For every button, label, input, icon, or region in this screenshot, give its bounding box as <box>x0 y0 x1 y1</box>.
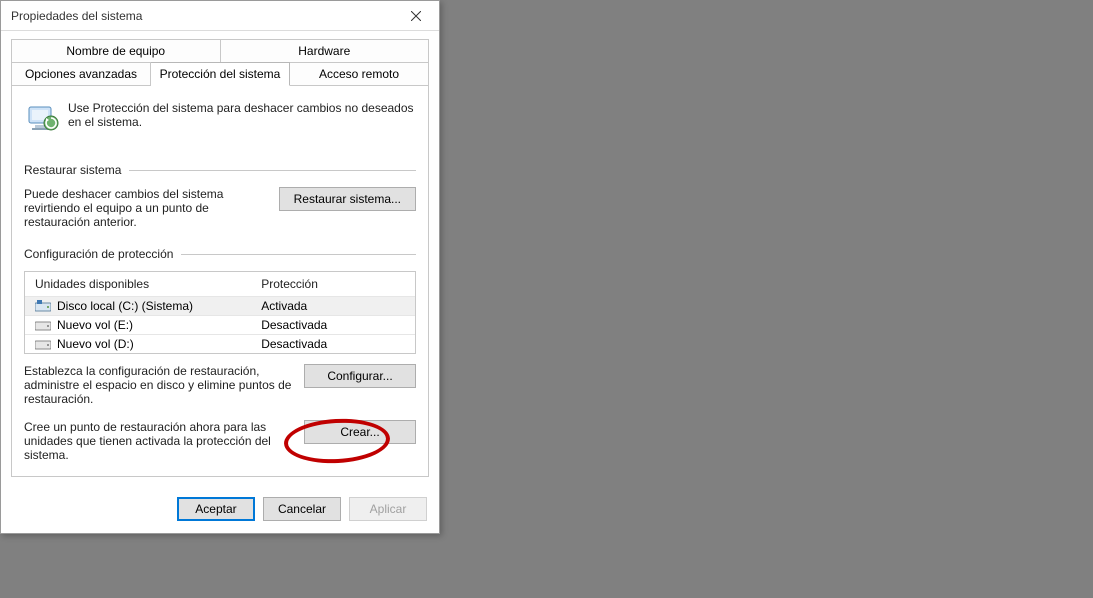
tab-advanced-options[interactable]: Opciones avanzadas <box>11 62 151 86</box>
create-button[interactable]: Crear... <box>304 420 416 444</box>
drive-status: Desactivada <box>251 335 415 353</box>
dialog-buttons: Aceptar Cancelar Aplicar <box>1 489 439 533</box>
system-properties-window: Propiedades del sistema Nombre de equipo… <box>0 0 440 534</box>
tab-computer-name[interactable]: Nombre de equipo <box>11 39 221 62</box>
window-title: Propiedades del sistema <box>1 9 393 23</box>
drive-status: Activada <box>251 297 415 315</box>
ok-button[interactable]: Aceptar <box>177 497 255 521</box>
group-restore-system: Restaurar sistema Puede deshacer cambios… <box>24 163 416 229</box>
drive-icon <box>35 319 51 331</box>
close-icon <box>411 11 421 21</box>
titlebar[interactable]: Propiedades del sistema <box>1 1 439 31</box>
restore-system-button[interactable]: Restaurar sistema... <box>279 187 416 211</box>
drive-name: Nuevo vol (D:) <box>57 337 134 351</box>
system-drive-icon <box>35 300 51 312</box>
drives-col-protection[interactable]: Protección <box>251 272 415 296</box>
drive-name: Nuevo vol (E:) <box>57 318 133 332</box>
drives-table: Unidades disponibles Protección <box>24 271 416 354</box>
drives-col-available[interactable]: Unidades disponibles <box>25 272 251 296</box>
group-title-protection: Configuración de protección <box>24 247 181 261</box>
system-protection-icon <box>26 101 60 135</box>
drive-row[interactable]: Disco local (C:) (Sistema) Activada <box>25 296 415 315</box>
configure-button[interactable]: Configurar... <box>304 364 416 388</box>
drive-row[interactable]: Nuevo vol (E:) Desactivada <box>25 315 415 334</box>
tabs: Nombre de equipo Hardware Opciones avanz… <box>11 39 429 477</box>
group-title-restore: Restaurar sistema <box>24 163 129 177</box>
tab-hardware[interactable]: Hardware <box>221 39 430 62</box>
tab-remote-access[interactable]: Acceso remoto <box>290 62 429 86</box>
tab-panel-system-protection: Use Protección del sistema para deshacer… <box>11 85 429 477</box>
divider <box>181 254 416 255</box>
drive-status: Desactivada <box>251 316 415 334</box>
restore-description: Puede deshacer cambios del sistema revir… <box>24 187 269 229</box>
drive-icon <box>35 338 51 350</box>
close-button[interactable] <box>393 1 439 31</box>
drive-row[interactable]: Nuevo vol (D:) Desactivada <box>25 334 415 353</box>
tab-system-protection[interactable]: Protección del sistema <box>151 62 290 86</box>
group-protection-config: Configuración de protección Unidades dis… <box>24 247 416 462</box>
divider <box>129 170 416 171</box>
create-description: Cree un punto de restauración ahora para… <box>24 420 294 462</box>
cancel-button[interactable]: Cancelar <box>263 497 341 521</box>
configure-description: Establezca la configuración de restaurac… <box>24 364 294 406</box>
intro-text: Use Protección del sistema para deshacer… <box>68 101 414 135</box>
drive-name: Disco local (C:) (Sistema) <box>57 299 193 313</box>
apply-button: Aplicar <box>349 497 427 521</box>
